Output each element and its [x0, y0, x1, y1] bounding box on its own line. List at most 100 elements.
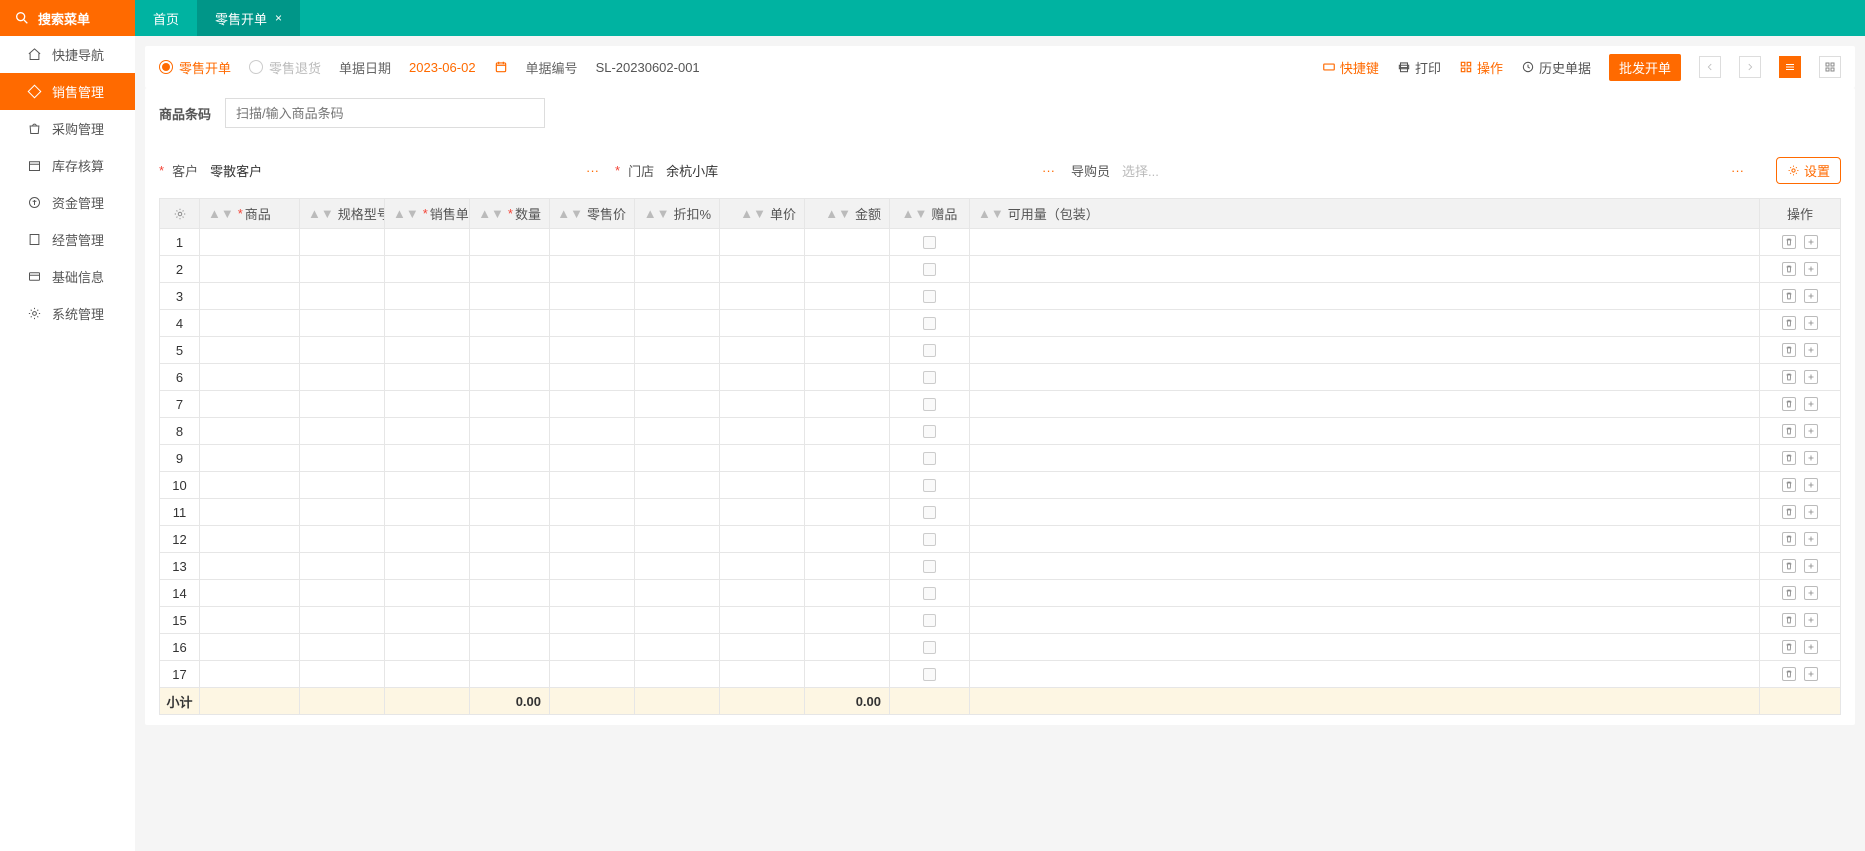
- operate-button[interactable]: 操作: [1459, 58, 1503, 77]
- grid-view-button[interactable]: [1819, 56, 1841, 78]
- cell-amount[interactable]: [805, 526, 890, 553]
- cell-retail-price[interactable]: [550, 553, 635, 580]
- checkbox-icon[interactable]: [923, 263, 936, 276]
- cell-sale-unit[interactable]: [385, 634, 470, 661]
- checkbox-icon[interactable]: [923, 236, 936, 249]
- shortcut-button[interactable]: 快捷键: [1322, 58, 1379, 77]
- cell-sale-unit[interactable]: [385, 310, 470, 337]
- checkbox-icon[interactable]: [923, 560, 936, 573]
- close-icon[interactable]: ×: [275, 11, 282, 25]
- cell-discount[interactable]: [635, 256, 720, 283]
- cell-amount[interactable]: [805, 364, 890, 391]
- cell-spec[interactable]: [300, 310, 385, 337]
- delete-row-button[interactable]: [1782, 613, 1796, 627]
- checkbox-icon[interactable]: [923, 587, 936, 600]
- add-row-button[interactable]: [1804, 613, 1818, 627]
- delete-row-button[interactable]: [1782, 640, 1796, 654]
- sidebar-item-sales[interactable]: 销售管理: [0, 73, 135, 110]
- cell-spec[interactable]: [300, 391, 385, 418]
- checkbox-icon[interactable]: [923, 614, 936, 627]
- table-row[interactable]: 7: [160, 391, 1840, 418]
- cell-retail-price[interactable]: [550, 256, 635, 283]
- cell-retail-price[interactable]: [550, 364, 635, 391]
- cell-gift[interactable]: [890, 607, 970, 634]
- cell-retail-price[interactable]: [550, 661, 635, 688]
- prev-doc-button[interactable]: [1699, 56, 1721, 78]
- cell-gift[interactable]: [890, 391, 970, 418]
- cell-unit-price[interactable]: [720, 580, 805, 607]
- more-icon[interactable]: ···: [1032, 163, 1065, 178]
- add-row-button[interactable]: [1804, 316, 1818, 330]
- cell-unit-price[interactable]: [720, 283, 805, 310]
- table-row[interactable]: 17: [160, 661, 1840, 688]
- cell-retail-price[interactable]: [550, 229, 635, 256]
- settings-button[interactable]: 设置: [1776, 157, 1841, 184]
- cell-product[interactable]: [200, 553, 300, 580]
- add-row-button[interactable]: [1804, 505, 1818, 519]
- cell-spec[interactable]: [300, 472, 385, 499]
- doc-date-value[interactable]: 2023-06-02: [409, 60, 476, 75]
- cell-sale-unit[interactable]: [385, 661, 470, 688]
- mode-radio-retail-order[interactable]: 零售开单: [159, 58, 231, 77]
- cell-gift[interactable]: [890, 256, 970, 283]
- sidebar-item-finance[interactable]: 资金管理: [0, 184, 135, 221]
- th-gift[interactable]: ▲▼赠品: [890, 199, 970, 229]
- delete-row-button[interactable]: [1782, 667, 1796, 681]
- cell-spec[interactable]: [300, 283, 385, 310]
- checkbox-icon[interactable]: [923, 425, 936, 438]
- cell-product[interactable]: [200, 580, 300, 607]
- checkbox-icon[interactable]: [923, 668, 936, 681]
- cell-discount[interactable]: [635, 634, 720, 661]
- sidebar-item-purchase[interactable]: 采购管理: [0, 110, 135, 147]
- cell-discount[interactable]: [635, 364, 720, 391]
- more-icon[interactable]: ···: [1721, 163, 1754, 178]
- cell-unit-price[interactable]: [720, 310, 805, 337]
- add-row-button[interactable]: [1804, 532, 1818, 546]
- guide-picker[interactable]: 导购员 选择... ···: [1071, 156, 1754, 184]
- cell-unit-price[interactable]: [720, 337, 805, 364]
- table-row[interactable]: 16: [160, 634, 1840, 661]
- cell-amount[interactable]: [805, 256, 890, 283]
- th-sale-unit[interactable]: ▲▼*销售单位: [385, 199, 470, 229]
- cell-amount[interactable]: [805, 607, 890, 634]
- checkbox-icon[interactable]: [923, 641, 936, 654]
- cell-gift[interactable]: [890, 364, 970, 391]
- cell-spec[interactable]: [300, 661, 385, 688]
- cell-spec[interactable]: [300, 607, 385, 634]
- add-row-button[interactable]: [1804, 289, 1818, 303]
- cell-qty[interactable]: [470, 418, 550, 445]
- cell-product[interactable]: [200, 472, 300, 499]
- cell-unit-price[interactable]: [720, 418, 805, 445]
- calendar-icon[interactable]: [494, 60, 508, 74]
- cell-spec[interactable]: [300, 526, 385, 553]
- cell-product[interactable]: [200, 607, 300, 634]
- cell-gift[interactable]: [890, 229, 970, 256]
- add-row-button[interactable]: [1804, 559, 1818, 573]
- add-row-button[interactable]: [1804, 397, 1818, 411]
- cell-qty[interactable]: [470, 634, 550, 661]
- cell-discount[interactable]: [635, 580, 720, 607]
- cell-spec[interactable]: [300, 229, 385, 256]
- cell-sale-unit[interactable]: [385, 391, 470, 418]
- checkbox-icon[interactable]: [923, 506, 936, 519]
- cell-qty[interactable]: [470, 553, 550, 580]
- th-discount[interactable]: ▲▼折扣%: [635, 199, 720, 229]
- cell-discount[interactable]: [635, 391, 720, 418]
- cell-product[interactable]: [200, 337, 300, 364]
- sidebar-item-operation[interactable]: 经营管理: [0, 221, 135, 258]
- cell-gift[interactable]: [890, 337, 970, 364]
- cell-retail-price[interactable]: [550, 445, 635, 472]
- next-doc-button[interactable]: [1739, 56, 1761, 78]
- cell-discount[interactable]: [635, 553, 720, 580]
- cell-retail-price[interactable]: [550, 499, 635, 526]
- cell-unit-price[interactable]: [720, 553, 805, 580]
- table-row[interactable]: 1: [160, 229, 1840, 256]
- add-row-button[interactable]: [1804, 640, 1818, 654]
- cell-amount[interactable]: [805, 418, 890, 445]
- cell-gift[interactable]: [890, 445, 970, 472]
- cell-sale-unit[interactable]: [385, 553, 470, 580]
- cell-retail-price[interactable]: [550, 526, 635, 553]
- table-row[interactable]: 12: [160, 526, 1840, 553]
- mode-radio-retail-return[interactable]: 零售退货: [249, 58, 321, 77]
- cell-discount[interactable]: [635, 499, 720, 526]
